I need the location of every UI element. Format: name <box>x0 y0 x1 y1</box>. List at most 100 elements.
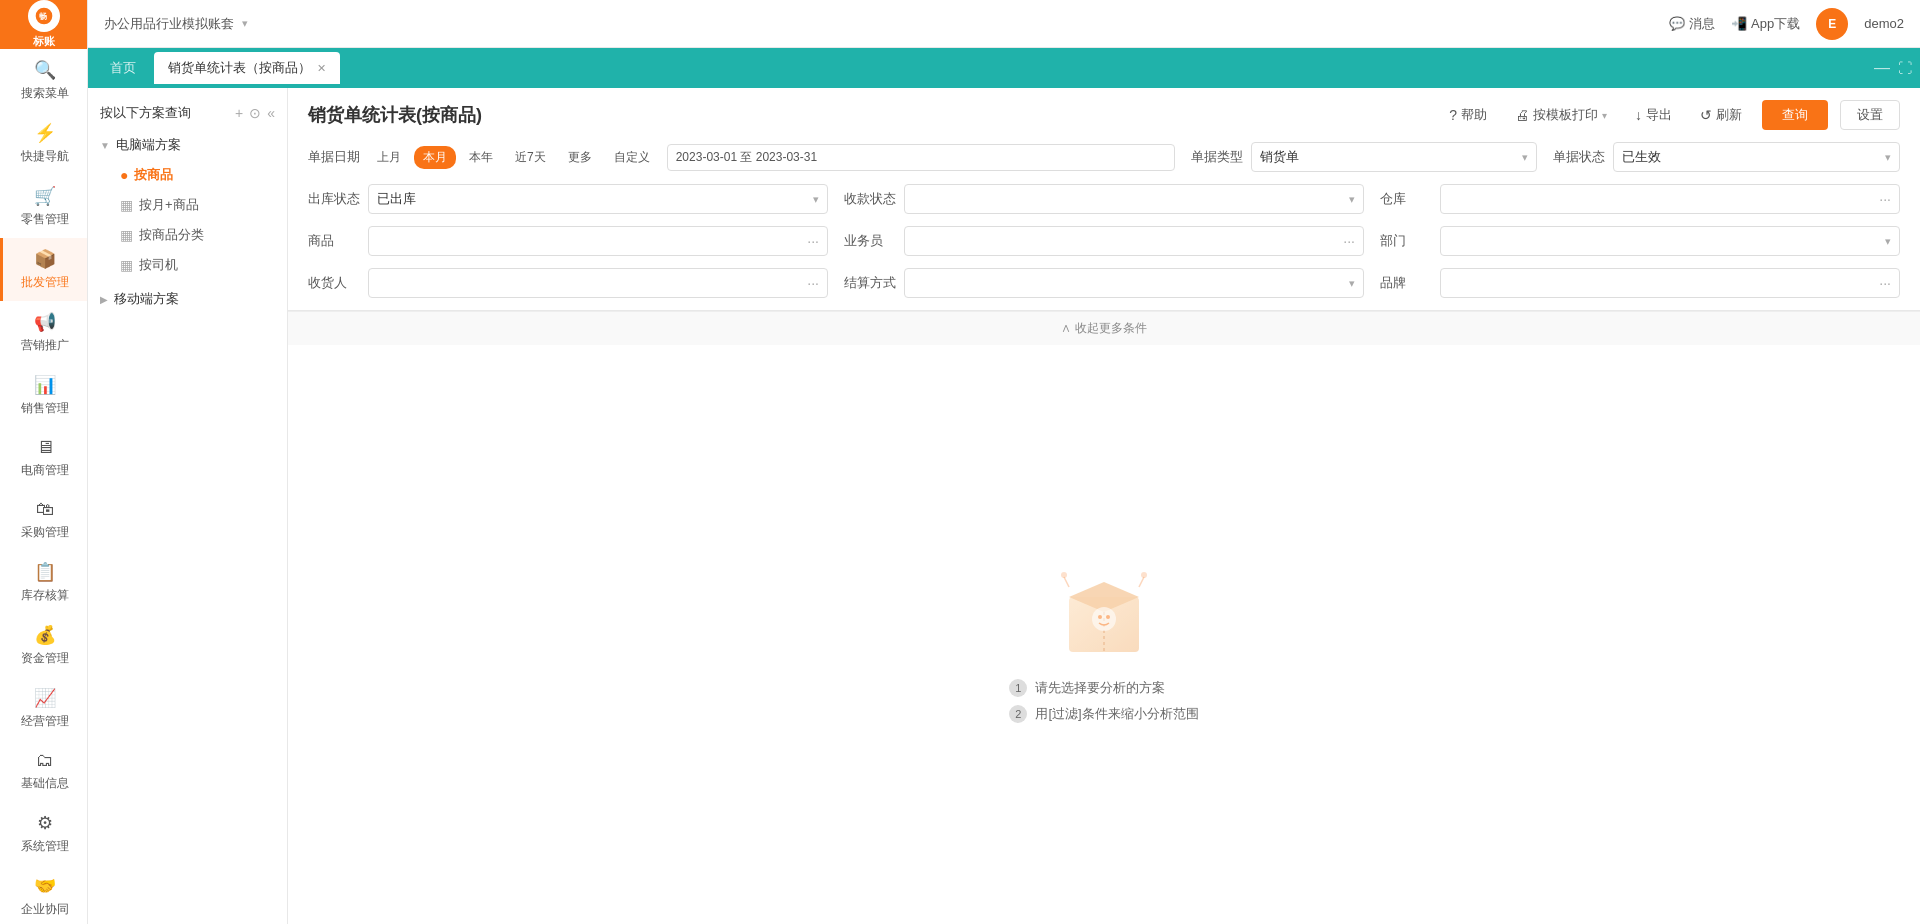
export-button[interactable]: ↓ 导出 <box>1627 102 1680 128</box>
empty-tip-1: 1 请先选择要分析的方案 <box>1009 679 1198 697</box>
payment-label: 收款状态 <box>844 190 904 208</box>
sidebar-item-retail[interactable]: 🛒 零售管理 <box>0 175 88 238</box>
date-filter-control: 上月 本月 本年 近7天 更多 自定义 2023-03-01 至 2023-03… <box>368 144 1175 171</box>
dept-control[interactable]: ▾ <box>1440 226 1900 256</box>
sidebar-item-operation[interactable]: 📈 经营管理 <box>0 677 88 740</box>
filter-stock: 出库状态 已出库 ▾ <box>308 184 828 214</box>
refresh-button[interactable]: ↺ 刷新 <box>1692 102 1750 128</box>
content-wrapper: 按以下方案查询 + ⊙ « ▼ 电脑端方案 ● 按商品 <box>88 88 1920 924</box>
sidebar-item-search-menu[interactable]: 🔍 搜索菜单 <box>0 49 88 112</box>
filter-row-1: 单据日期 上月 本月 本年 近7天 更多 自定义 <box>308 142 1900 172</box>
tree-child-by-cashier[interactable]: ▦ 按司机 <box>88 250 287 280</box>
minimize-icon[interactable]: — <box>1874 59 1890 77</box>
tree-child-by-month-product[interactable]: ▦ 按月+商品 <box>88 190 287 220</box>
settings-button[interactable]: 设置 <box>1840 100 1900 130</box>
filter-payment: 收款状态 ▾ <box>844 184 1364 214</box>
tab-home[interactable]: 首页 <box>96 52 150 84</box>
query-button[interactable]: 查询 <box>1762 100 1828 130</box>
staff-control[interactable]: ··· <box>904 226 1364 256</box>
message-button[interactable]: 💬 消息 <box>1669 15 1715 33</box>
left-panel: 按以下方案查询 + ⊙ « ▼ 电脑端方案 ● 按商品 <box>88 88 288 924</box>
breadcrumb: 办公用品行业模拟账套 <box>104 15 234 33</box>
date-tab-custom[interactable]: 自定义 <box>605 146 659 169</box>
tree-child-label: 按司机 <box>139 256 178 274</box>
tab-sales-stat[interactable]: 销货单统计表（按商品） ✕ <box>154 52 340 84</box>
payment-arrow-icon: ▾ <box>1349 193 1355 206</box>
collapse-filter-button[interactable]: ∧ 收起更多条件 <box>288 311 1920 345</box>
sidebar-item-inventory[interactable]: 📋 库存核算 <box>0 551 88 614</box>
svg-point-11 <box>1141 572 1147 578</box>
filter-warehouse: 仓库 ··· <box>1380 184 1900 214</box>
marketing-icon: 📢 <box>34 311 56 333</box>
product-dots-icon: ··· <box>807 233 819 249</box>
panel-title-icons: + ⊙ « <box>235 105 275 121</box>
sidebar-item-system[interactable]: ⚙ 系统管理 <box>0 802 88 865</box>
stock-control[interactable]: 已出库 ▾ <box>368 184 828 214</box>
corp-icon: 🤝 <box>34 875 56 897</box>
empty-state: 1 请先选择要分析的方案 2 用[过滤]条件来缩小分析范围 <box>288 345 1920 924</box>
sidebar-item-label: 营销推广 <box>21 337 69 354</box>
tree-child-label: 按商品分类 <box>139 226 204 244</box>
tree-parent-mobile[interactable]: ▶ 移动端方案 <box>88 284 287 314</box>
print-label: 按模板打印 <box>1533 106 1598 124</box>
print-arrow-icon: ▾ <box>1602 110 1607 121</box>
settings-scheme-icon[interactable]: ⊙ <box>249 105 261 121</box>
tree-parent-label: 移动端方案 <box>114 290 179 308</box>
panel-title-text: 按以下方案查询 <box>100 104 191 122</box>
avatar-text: E <box>1828 17 1836 31</box>
page-title-row: 销货单统计表(按商品) ? 帮助 🖨 按模板打印 ▾ <box>308 100 1900 130</box>
settlement-control[interactable]: ▾ <box>904 268 1364 298</box>
recipient-control[interactable]: ··· <box>368 268 828 298</box>
date-tab-more[interactable]: 更多 <box>559 146 601 169</box>
payment-control[interactable]: ▾ <box>904 184 1364 214</box>
logo-icon: 畅 <box>28 0 60 32</box>
close-icon[interactable]: ✕ <box>317 62 326 75</box>
sidebar-item-purchase[interactable]: 🛍 采购管理 <box>0 489 88 551</box>
date-label: 单据日期 <box>308 148 368 166</box>
tree-child-label: 按商品 <box>134 166 173 184</box>
sidebar-item-sales[interactable]: 📊 销售管理 <box>0 364 88 427</box>
top-header: 办公用品行业模拟账套 ▾ 💬 消息 📲 App下载 E demo2 <box>88 0 1920 48</box>
date-tab-this-month[interactable]: 本月 <box>414 146 456 169</box>
dept-arrow-icon: ▾ <box>1885 235 1891 248</box>
export-icon: ↓ <box>1635 107 1642 123</box>
date-tab-last-month[interactable]: 上月 <box>368 146 410 169</box>
status-arrow-icon: ▾ <box>1885 151 1891 164</box>
filter-date: 单据日期 上月 本月 本年 近7天 更多 自定义 <box>308 144 1175 171</box>
date-range-input[interactable]: 2023-03-01 至 2023-03-31 <box>667 144 1175 171</box>
type-control[interactable]: 销货单 ▾ <box>1251 142 1538 172</box>
sidebar-item-quick-nav[interactable]: ⚡ 快捷导航 <box>0 112 88 175</box>
sidebar-item-marketing[interactable]: 📢 营销推广 <box>0 301 88 364</box>
collapse-panel-icon[interactable]: « <box>267 105 275 121</box>
category-icon: ▦ <box>120 227 133 243</box>
date-tab-this-year[interactable]: 本年 <box>460 146 502 169</box>
filter-brand: 品牌 ··· <box>1380 268 1900 298</box>
tree-child-by-product[interactable]: ● 按商品 <box>88 160 287 190</box>
date-tab-7days[interactable]: 近7天 <box>506 146 555 169</box>
status-label: 单据状态 <box>1553 148 1613 166</box>
print-button[interactable]: 🖨 按模板打印 ▾ <box>1507 102 1615 128</box>
tip-text-1: 请先选择要分析的方案 <box>1035 679 1165 697</box>
sidebar-item-wholesale[interactable]: 📦 批发管理 <box>0 238 88 301</box>
sidebar-item-basic[interactable]: 🗂 基础信息 <box>0 740 88 802</box>
sidebar-item-label: 资金管理 <box>21 650 69 667</box>
tree-child-by-category[interactable]: ▦ 按商品分类 <box>88 220 287 250</box>
warehouse-control[interactable]: ··· <box>1440 184 1900 214</box>
help-button[interactable]: ? 帮助 <box>1441 102 1495 128</box>
svg-point-5 <box>1092 607 1116 631</box>
product-control[interactable]: ··· <box>368 226 828 256</box>
sidebar-item-finance[interactable]: 💰 资金管理 <box>0 614 88 677</box>
filter-product: 商品 ··· <box>308 226 828 256</box>
type-arrow-icon: ▾ <box>1522 151 1528 164</box>
brand-control[interactable]: ··· <box>1440 268 1900 298</box>
svg-point-7 <box>1106 615 1110 619</box>
cashier-icon: ▦ <box>120 257 133 273</box>
avatar[interactable]: E <box>1816 8 1848 40</box>
maximize-icon[interactable]: ⛶ <box>1898 60 1912 76</box>
sidebar-item-corp[interactable]: 🤝 企业协同 <box>0 865 88 924</box>
app-download-button[interactable]: 📲 App下载 <box>1731 15 1800 33</box>
tree-parent-desktop[interactable]: ▼ 电脑端方案 <box>88 130 287 160</box>
sidebar-item-ecommerce[interactable]: 🖥 电商管理 <box>0 427 88 489</box>
status-control[interactable]: 已生效 ▾ <box>1613 142 1900 172</box>
add-scheme-icon[interactable]: + <box>235 105 243 121</box>
